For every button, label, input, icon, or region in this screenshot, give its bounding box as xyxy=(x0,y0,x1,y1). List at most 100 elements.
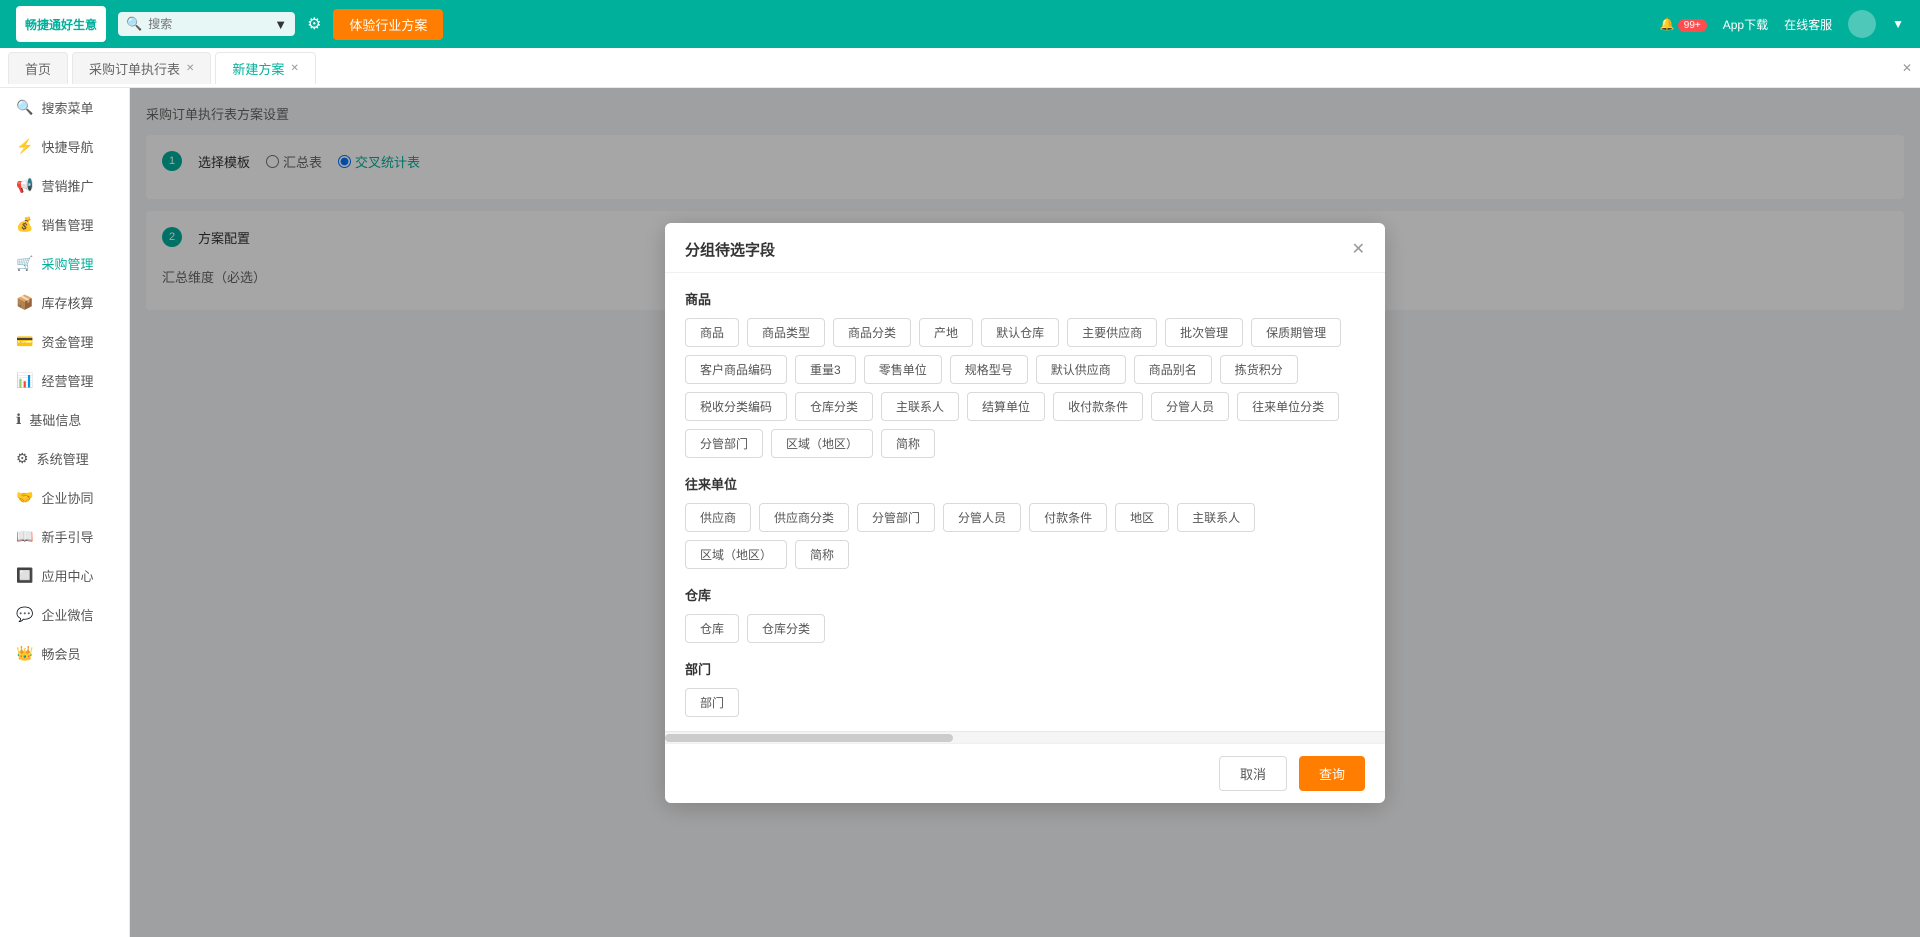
modal-close-btn[interactable]: ✕ xyxy=(1352,239,1365,259)
tag-pick-points[interactable]: 拣货积分 xyxy=(1220,355,1298,384)
modal-hscroll[interactable] xyxy=(665,731,1385,743)
tag-quality-mgmt[interactable]: 保质期管理 xyxy=(1251,318,1341,347)
tag-supplier[interactable]: 供应商 xyxy=(685,503,751,532)
tab-purchase[interactable]: 采购订单执行表 ✕ xyxy=(72,52,211,84)
apps-icon: 🔲 xyxy=(16,567,33,584)
section-dept-tags: 部门 xyxy=(685,688,1365,717)
online-service[interactable]: 在线客服 xyxy=(1784,16,1832,33)
sidebar-item-label: 库存核算 xyxy=(41,293,93,312)
tag-retail-unit[interactable]: 零售单位 xyxy=(864,355,942,384)
sidebar-item-inventory[interactable]: 📦 库存核算 xyxy=(0,283,129,322)
sidebar-item-label: 系统管理 xyxy=(37,449,89,468)
operations-icon: 📊 xyxy=(16,372,33,389)
sidebar-item-quicknav[interactable]: ⚡ 快捷导航 xyxy=(0,127,129,166)
logo: 畅捷通好生意 xyxy=(16,6,106,42)
tag-spec-model[interactable]: 规格型号 xyxy=(950,355,1028,384)
tag-region2[interactable]: 区域（地区） xyxy=(685,540,787,569)
tag-supplier-category[interactable]: 供应商分类 xyxy=(759,503,849,532)
tag-main-contact[interactable]: 主联系人 xyxy=(881,392,959,421)
wechat-icon: 💬 xyxy=(16,606,33,623)
user-dropdown[interactable]: ▼ xyxy=(1892,17,1904,31)
tag-abbr2[interactable]: 简称 xyxy=(795,540,849,569)
tag-settlement-unit[interactable]: 结算单位 xyxy=(967,392,1045,421)
tag-customer-code[interactable]: 客户商品编码 xyxy=(685,355,787,384)
dropdown-icon[interactable]: ▼ xyxy=(274,17,287,32)
topbar-right: 🔔 99+ App下载 在线客服 ▼ xyxy=(1659,10,1904,38)
tag-partner-category[interactable]: 往来单位分类 xyxy=(1237,392,1339,421)
section-warehouse-title: 仓库 xyxy=(685,585,1365,604)
collab-icon: 🤝 xyxy=(16,489,33,506)
tag-warehouse-category[interactable]: 仓库分类 xyxy=(795,392,873,421)
settings-icon[interactable]: ⚙ xyxy=(307,14,321,34)
sidebar: 🔍 搜索菜单 ⚡ 快捷导航 📢 营销推广 💰 销售管理 🛒 采购管理 📦 库存核… xyxy=(0,88,130,937)
avatar[interactable] xyxy=(1848,10,1876,38)
tag-area[interactable]: 地区 xyxy=(1115,503,1169,532)
tag-product[interactable]: 商品 xyxy=(685,318,739,347)
sidebar-item-label: 快捷导航 xyxy=(41,137,93,156)
section-dept-title: 部门 xyxy=(685,659,1365,678)
tag-warehouse-cat[interactable]: 仓库分类 xyxy=(747,614,825,643)
tab-new-plan[interactable]: 新建方案 ✕ xyxy=(215,52,315,84)
sidebar-item-apps[interactable]: 🔲 应用中心 xyxy=(0,556,129,595)
sidebar-item-sales[interactable]: 💰 销售管理 xyxy=(0,205,129,244)
modal-body: 商品 商品 商品类型 商品分类 产地 默认仓库 主要供应商 批次管理 保质期管理… xyxy=(665,273,1385,731)
sales-icon: 💰 xyxy=(16,216,33,233)
sidebar-item-collab[interactable]: 🤝 企业协同 xyxy=(0,478,129,517)
tag-weight[interactable]: 重量3 xyxy=(795,355,856,384)
section-product-tags: 商品 商品类型 商品分类 产地 默认仓库 主要供应商 批次管理 保质期管理 客户… xyxy=(685,318,1365,458)
sidebar-item-guide[interactable]: 📖 新手引导 xyxy=(0,517,129,556)
tag-product-type[interactable]: 商品类型 xyxy=(747,318,825,347)
sidebar-item-system[interactable]: ⚙ 系统管理 xyxy=(0,439,129,478)
sidebar-item-label: 企业微信 xyxy=(41,605,93,624)
hscroll-thumb xyxy=(665,734,953,742)
tag-dept[interactable]: 分管部门 xyxy=(685,429,763,458)
experience-btn[interactable]: 体验行业方案 xyxy=(333,9,443,40)
sidebar-item-finance[interactable]: 💳 资金管理 xyxy=(0,322,129,361)
tag-manage-dept[interactable]: 分管部门 xyxy=(857,503,935,532)
field-select-modal: 分组待选字段 ✕ 商品 商品 商品类型 商品分类 产地 默认仓库 主要供应商 批… xyxy=(665,223,1385,803)
app-download[interactable]: App下载 xyxy=(1723,16,1768,33)
sidebar-item-operations[interactable]: 📊 经营管理 xyxy=(0,361,129,400)
tag-department[interactable]: 部门 xyxy=(685,688,739,717)
sidebar-item-label: 搜索菜单 xyxy=(41,98,93,117)
tag-region[interactable]: 区域（地区） xyxy=(771,429,873,458)
cancel-button[interactable]: 取消 xyxy=(1219,756,1287,791)
tag-batch-mgmt[interactable]: 批次管理 xyxy=(1165,318,1243,347)
confirm-button[interactable]: 查询 xyxy=(1299,756,1365,791)
sidebar-item-marketing[interactable]: 📢 营销推广 xyxy=(0,166,129,205)
search-input[interactable] xyxy=(148,17,268,31)
sidebar-item-vip[interactable]: 👑 畅会员 xyxy=(0,634,129,673)
tag-abbr[interactable]: 简称 xyxy=(881,429,935,458)
sidebar-item-label: 经营管理 xyxy=(41,371,93,390)
modal-footer: 取消 查询 xyxy=(665,743,1385,803)
tag-supervisor[interactable]: 分管人员 xyxy=(1151,392,1229,421)
tag-tax-code[interactable]: 税收分类编码 xyxy=(685,392,787,421)
tag-manage-person[interactable]: 分管人员 xyxy=(943,503,1021,532)
section-partner: 往来单位 供应商 供应商分类 分管部门 分管人员 付款条件 地区 主联系人 区域… xyxy=(685,474,1365,569)
sidebar-item-search[interactable]: 🔍 搜索菜单 xyxy=(0,88,129,127)
tab-close-all[interactable]: ✕ xyxy=(1902,61,1912,75)
sidebar-item-purchase[interactable]: 🛒 采购管理 xyxy=(0,244,129,283)
tag-default-warehouse[interactable]: 默认仓库 xyxy=(981,318,1059,347)
sidebar-item-wechat[interactable]: 💬 企业微信 xyxy=(0,595,129,634)
tag-default-supplier[interactable]: 默认供应商 xyxy=(1036,355,1126,384)
sidebar-item-basic[interactable]: ℹ 基础信息 xyxy=(0,400,129,439)
finance-icon: 💳 xyxy=(16,333,33,350)
sidebar-item-label: 畅会员 xyxy=(41,644,80,663)
tag-origin[interactable]: 产地 xyxy=(919,318,973,347)
tag-main-supplier[interactable]: 主要供应商 xyxy=(1067,318,1157,347)
tag-payment-condition[interactable]: 付款条件 xyxy=(1029,503,1107,532)
tag-main-contact2[interactable]: 主联系人 xyxy=(1177,503,1255,532)
notification-bell[interactable]: 🔔 99+ xyxy=(1659,17,1706,31)
tag-payment-terms[interactable]: 收付款条件 xyxy=(1053,392,1143,421)
tag-warehouse[interactable]: 仓库 xyxy=(685,614,739,643)
tab-home[interactable]: 首页 xyxy=(8,52,68,84)
tag-product-alias[interactable]: 商品别名 xyxy=(1134,355,1212,384)
tag-product-category[interactable]: 商品分类 xyxy=(833,318,911,347)
tab-purchase-close[interactable]: ✕ xyxy=(186,63,194,74)
sidebar-item-label: 营销推广 xyxy=(41,176,93,195)
search-bar[interactable]: 🔍 ▼ xyxy=(118,12,295,36)
section-warehouse-tags: 仓库 仓库分类 xyxy=(685,614,1365,643)
tab-new-plan-close[interactable]: ✕ xyxy=(290,63,298,74)
inventory-icon: 📦 xyxy=(16,294,33,311)
